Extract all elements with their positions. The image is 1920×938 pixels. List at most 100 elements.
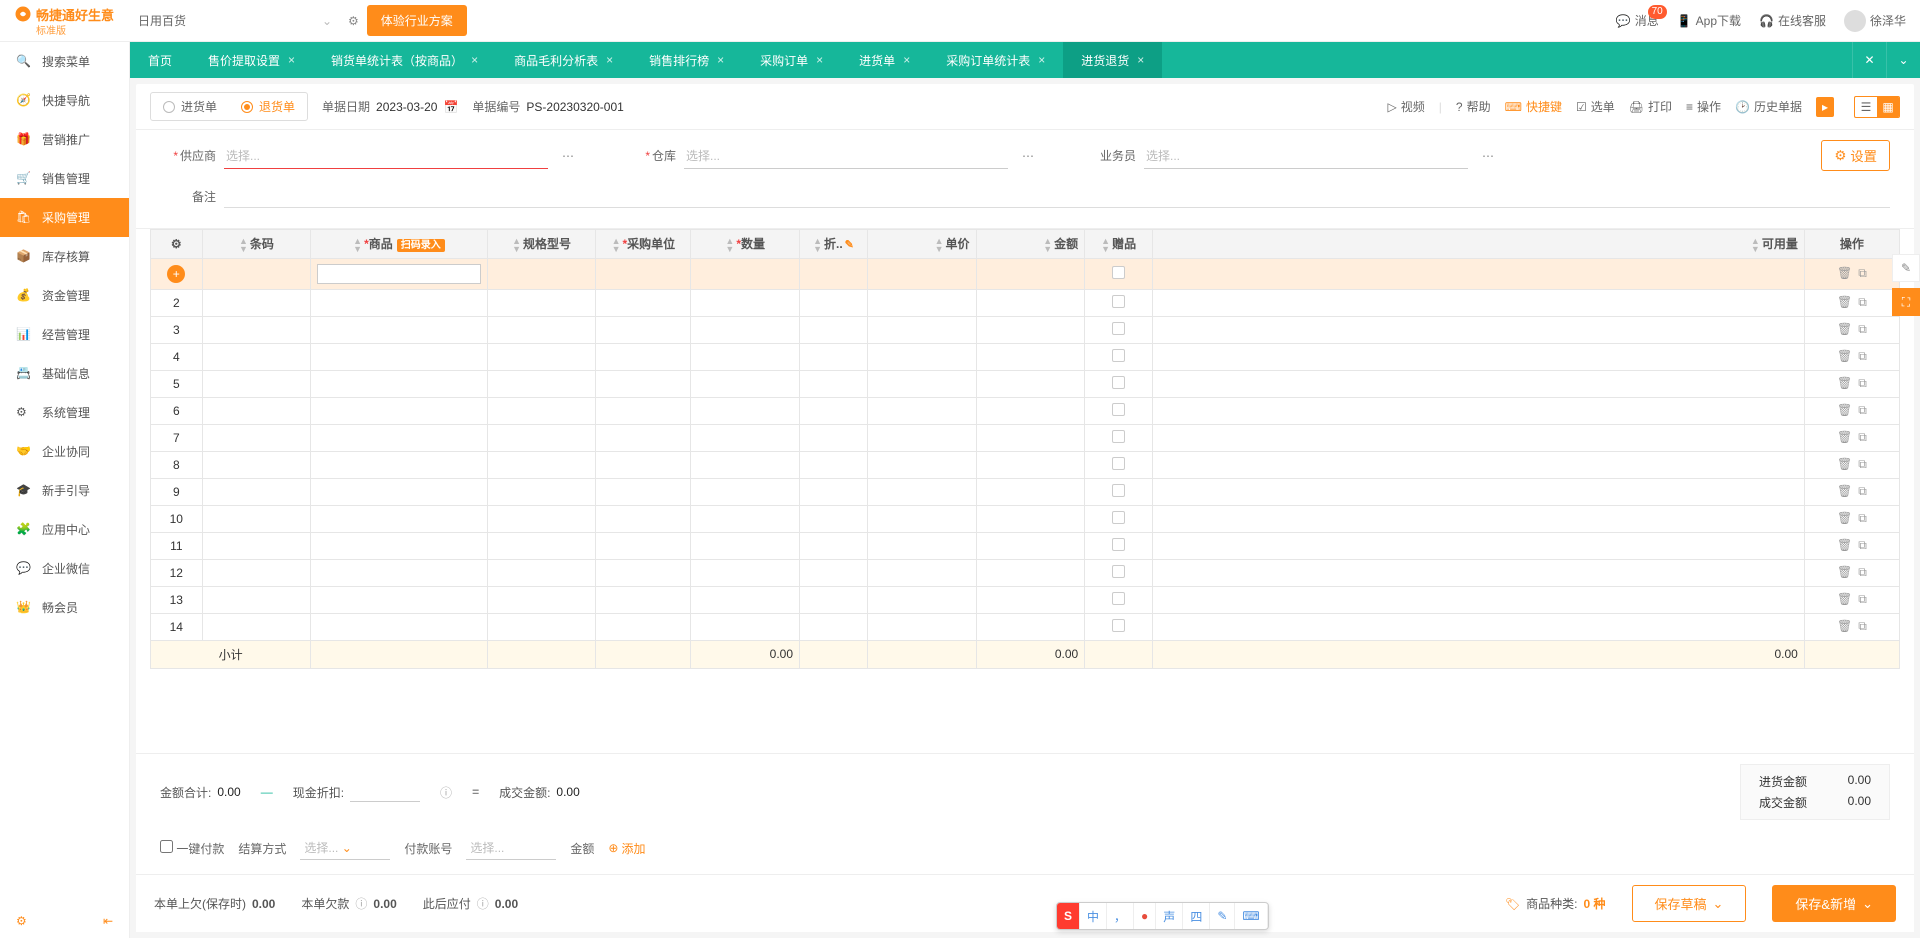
add-row-button[interactable]: + (167, 265, 185, 283)
category-select[interactable]: 日用百货 ⌄ (130, 8, 340, 33)
sidebar-item-0[interactable]: 🔍搜索菜单 (0, 42, 129, 81)
table-row[interactable]: 6🗑⧉ (151, 397, 1900, 424)
table-row[interactable]: 11🗑⧉ (151, 532, 1900, 559)
sidebar-item-4[interactable]: 🛍采购管理 (0, 198, 129, 237)
doc-type-purchase[interactable]: 进货单 (151, 93, 229, 120)
pay-method-select[interactable]: 选择... ⌄ (300, 836, 390, 860)
tab-0[interactable]: 首页 (130, 42, 190, 78)
sidebar-item-14[interactable]: 👑畅会员 (0, 588, 129, 627)
sidebar-item-12[interactable]: 🧩应用中心 (0, 510, 129, 549)
col-barcode[interactable]: ▲▼条码 (202, 230, 311, 259)
table-row[interactable]: 3🗑⧉ (151, 316, 1900, 343)
delete-row-icon[interactable]: 🗑 (1837, 403, 1852, 417)
gift-checkbox[interactable] (1112, 295, 1125, 308)
copy-row-icon[interactable]: ⧉ (1858, 511, 1867, 525)
tab-close-icon[interactable]: × (1038, 53, 1045, 67)
select-bill-link[interactable]: ☑ 选单 (1576, 98, 1615, 115)
scan-tag[interactable]: 扫码录入 (397, 239, 445, 252)
ime-item-3[interactable]: 声 (1156, 903, 1183, 929)
tabs-more[interactable]: ⌄ (1886, 42, 1920, 78)
delete-row-icon[interactable]: 🗑 (1837, 376, 1852, 390)
gift-checkbox[interactable] (1112, 457, 1125, 470)
gift-checkbox[interactable] (1112, 349, 1125, 362)
pay-account-select[interactable]: 选择... (466, 836, 556, 860)
edit-icon[interactable]: ✎ (845, 239, 854, 251)
table-row[interactable]: 2🗑⧉ (151, 289, 1900, 316)
tab-close-icon[interactable]: × (816, 53, 823, 67)
user-menu[interactable]: 徐泽华 (1844, 10, 1906, 32)
tab-6[interactable]: 进货单× (841, 42, 928, 78)
gift-checkbox[interactable] (1112, 565, 1125, 578)
col-spec[interactable]: ▲▼规格型号 (487, 230, 596, 259)
one-key-pay[interactable]: 一键付款 (160, 840, 224, 857)
sidebar-item-9[interactable]: ⚙系统管理 (0, 393, 129, 432)
copy-row-icon[interactable]: ⧉ (1858, 349, 1867, 363)
gear-icon[interactable]: ⚙ (348, 14, 359, 28)
shortcut-link[interactable]: ⌨ 快捷键 (1505, 98, 1562, 115)
delete-row-icon[interactable]: 🗑 (1837, 295, 1852, 309)
sidebar-item-7[interactable]: 📊经营管理 (0, 315, 129, 354)
history-link[interactable]: 🕑 历史单据 (1735, 98, 1802, 115)
copy-row-icon[interactable]: ⧉ (1858, 538, 1867, 552)
print-link[interactable]: 🖨 打印 (1629, 98, 1672, 115)
table-row[interactable]: 12🗑⧉ (151, 559, 1900, 586)
view-list-icon[interactable]: ☰ (1855, 97, 1877, 117)
table-row[interactable]: 8🗑⧉ (151, 451, 1900, 478)
sidebar-item-10[interactable]: 🤝企业协同 (0, 432, 129, 471)
messages-link[interactable]: 💬 消息 70 (1616, 12, 1659, 29)
gift-checkbox[interactable] (1112, 592, 1125, 605)
sidebar-item-5[interactable]: 📦库存核算 (0, 237, 129, 276)
table-row[interactable]: 4🗑⧉ (151, 343, 1900, 370)
ime-item-4[interactable]: 四 (1183, 903, 1210, 929)
sidebar-item-11[interactable]: 🎓新手引导 (0, 471, 129, 510)
float-expand-icon[interactable]: ⛶ (1892, 288, 1920, 316)
calendar-icon[interactable]: 📅 (443, 100, 458, 114)
copy-row-icon[interactable]: ⧉ (1858, 592, 1867, 606)
copy-row-icon[interactable]: ⧉ (1858, 619, 1867, 633)
gift-checkbox[interactable] (1112, 376, 1125, 389)
tab-close-icon[interactable]: × (288, 53, 295, 67)
salesperson-more-icon[interactable]: ⋯ (1476, 149, 1500, 163)
tab-close-icon[interactable]: × (606, 53, 613, 67)
sidebar-item-6[interactable]: 💰资金管理 (0, 276, 129, 315)
col-price[interactable]: ▲▼单价 (867, 230, 976, 259)
col-config[interactable]: ⚙ (151, 230, 203, 259)
col-amount[interactable]: ▲▼金额 (976, 230, 1085, 259)
gift-checkbox[interactable] (1112, 322, 1125, 335)
help-link[interactable]: ? 帮助 (1456, 98, 1491, 115)
one-key-pay-checkbox[interactable] (160, 840, 173, 853)
copy-row-icon[interactable]: ⧉ (1858, 457, 1867, 471)
ime-logo-icon[interactable]: S (1057, 903, 1080, 929)
delete-row-icon[interactable]: 🗑 (1837, 484, 1852, 498)
cash-discount-input[interactable] (350, 782, 420, 802)
float-edit-icon[interactable]: ✎ (1892, 254, 1920, 282)
col-unit[interactable]: ▲▼*采购单位 (596, 230, 691, 259)
delete-row-icon[interactable]: 🗑 (1837, 538, 1852, 552)
delete-row-icon[interactable]: 🗑 (1837, 457, 1852, 471)
copy-row-icon[interactable]: ⧉ (1858, 565, 1867, 579)
tab-3[interactable]: 商品毛利分析表× (496, 42, 631, 78)
ime-item-0[interactable]: 中 (1080, 903, 1107, 929)
tab-1[interactable]: 售价提取设置× (190, 42, 313, 78)
ime-toolbar[interactable]: S 中，●声四✎⌨ (1056, 902, 1269, 930)
table-row[interactable]: 14🗑⧉ (151, 613, 1900, 640)
operations-link[interactable]: ≡ 操作 (1686, 98, 1721, 115)
table-row[interactable]: +🗑⧉ (151, 258, 1900, 289)
help-icon[interactable]: ⓘ (440, 784, 452, 801)
ime-item-1[interactable]: ， (1107, 903, 1134, 929)
col-product[interactable]: ▲▼*商品扫码录入 (311, 230, 488, 259)
delete-row-icon[interactable]: 🗑 (1837, 349, 1852, 363)
supplier-more-icon[interactable]: ⋯ (556, 149, 580, 163)
delete-row-icon[interactable]: 🗑 (1837, 592, 1852, 606)
tab-close-icon[interactable]: × (903, 53, 910, 67)
gift-checkbox[interactable] (1112, 538, 1125, 551)
col-discount[interactable]: ▲▼折..✎ (800, 230, 868, 259)
warehouse-select[interactable]: 选择... (684, 143, 1008, 169)
sidebar-item-1[interactable]: 🧭快捷导航 (0, 81, 129, 120)
tab-4[interactable]: 销售排行榜× (631, 42, 742, 78)
tabs-close-all[interactable]: ✕ (1852, 42, 1886, 78)
view-grid-icon[interactable]: ▦ (1877, 97, 1899, 117)
support-link[interactable]: 🎧 在线客服 (1759, 12, 1826, 29)
tab-close-icon[interactable]: × (1137, 53, 1144, 67)
sidebar-collapse-icon[interactable]: ⇤ (103, 914, 113, 928)
